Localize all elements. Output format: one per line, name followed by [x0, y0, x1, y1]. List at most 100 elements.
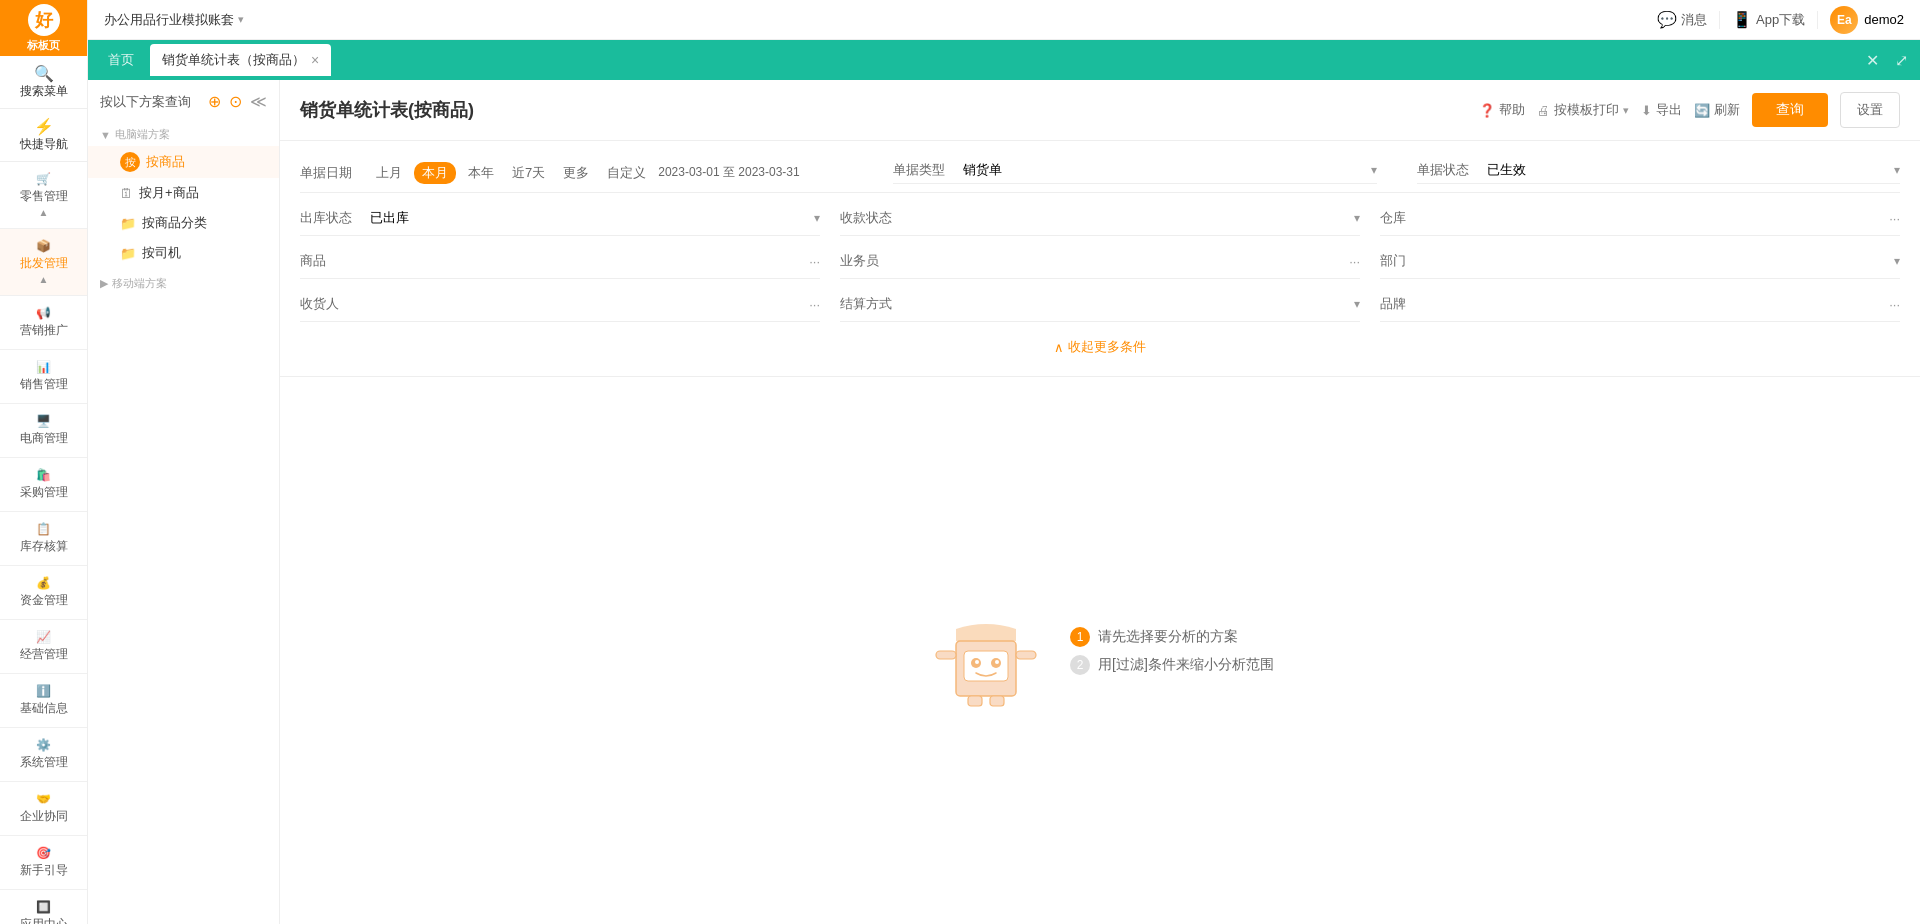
- sidebar-item-apps[interactable]: 🔲 应用中心: [0, 890, 87, 924]
- wholesale-label: 批发管理: [20, 255, 68, 272]
- sidebar-item-purchase[interactable]: 🛍️ 采购管理: [0, 458, 87, 512]
- export-icon: ⬇: [1641, 103, 1652, 118]
- date-last-month[interactable]: 上月: [370, 162, 408, 184]
- empty-hint-1: 1 请先选择要分析的方案: [1070, 627, 1274, 647]
- scheme-by-category-label: 按商品分类: [142, 214, 207, 232]
- page-header-actions: ❓ 帮助 🖨 按模板打印 ▾ ⬇ 导出 🔄 刷新: [1479, 92, 1900, 140]
- svg-point-5: [995, 660, 999, 664]
- print-icon: 🖨: [1537, 103, 1550, 118]
- sidebar-search-label: 搜索菜单: [10, 83, 77, 100]
- hint2-num: 2: [1070, 655, 1090, 675]
- industry-selector[interactable]: 办公用品行业模拟账套 ▾: [104, 11, 244, 29]
- month-goods-icon: 🗓: [120, 186, 133, 201]
- app-logo: 好 标板页: [0, 0, 87, 56]
- sidebar-item-basic[interactable]: ℹ️ 基础信息: [0, 674, 87, 728]
- collapse-bar[interactable]: ∧ 收起更多条件: [300, 330, 1900, 364]
- refresh-action[interactable]: 🔄 刷新: [1694, 101, 1740, 119]
- scheme-by-category[interactable]: 📁 按商品分类: [88, 208, 279, 238]
- date-this-year[interactable]: 本年: [462, 162, 500, 184]
- hint2-label: 用[过滤]条件来缩小分析范围: [1098, 656, 1274, 674]
- add-scheme-icon[interactable]: ⊕: [208, 92, 221, 111]
- query-button[interactable]: 查询: [1752, 93, 1828, 127]
- sales-icon: 📊: [36, 360, 51, 374]
- system-icon: ⚙️: [36, 738, 51, 752]
- date-custom[interactable]: 自定义: [601, 162, 652, 184]
- user-menu[interactable]: Ea demo2: [1830, 6, 1904, 34]
- out-status-value: 已出库: [370, 209, 409, 227]
- settlement-dropdown-icon[interactable]: ▾: [1354, 297, 1360, 311]
- message-action[interactable]: 💬 消息: [1657, 10, 1707, 29]
- svg-rect-8: [968, 696, 982, 706]
- apps-label: 应用中心: [20, 916, 68, 924]
- salesperson-ellipsis[interactable]: ···: [1349, 254, 1360, 269]
- driver-icon: 📁: [120, 246, 136, 261]
- sidebar-item-enterprise[interactable]: 🤝 企业协同: [0, 782, 87, 836]
- marketing-icon: 📢: [36, 306, 51, 320]
- sidebar-item-sales[interactable]: 📊 销售管理: [0, 350, 87, 404]
- svg-rect-6: [936, 651, 956, 659]
- date-last7days[interactable]: 近7天: [506, 162, 551, 184]
- doc-status-value: 已生效: [1487, 161, 1526, 179]
- app-download-action[interactable]: 📱 App下载: [1732, 10, 1805, 29]
- sidebar-item-marketing[interactable]: 📢 营销推广: [0, 296, 87, 350]
- date-more[interactable]: 更多: [557, 162, 595, 184]
- retail-arrow: ▲: [39, 207, 49, 218]
- warehouse-ellipsis[interactable]: ···: [1889, 211, 1900, 226]
- scheme-by-month-goods[interactable]: 🗓 按月+商品: [88, 178, 279, 208]
- scheme-by-driver[interactable]: 📁 按司机: [88, 238, 279, 268]
- warehouse-label: 仓库: [1380, 209, 1450, 227]
- brand-ellipsis[interactable]: ···: [1889, 297, 1900, 312]
- out-status-dropdown-icon[interactable]: ▾: [814, 211, 820, 225]
- sidebar-item-guide[interactable]: 🎯 新手引导: [0, 836, 87, 890]
- sidebar-item-retail[interactable]: 🛒 零售管理 ▲: [0, 162, 87, 229]
- page-title: 销货单统计表(按商品): [300, 98, 474, 134]
- doc-status-dropdown-icon[interactable]: ▾: [1894, 163, 1900, 177]
- basic-icon: ℹ️: [36, 684, 51, 698]
- settings-button[interactable]: 设置: [1840, 92, 1900, 128]
- date-filter-label: 单据日期: [300, 164, 370, 182]
- doc-type-label: 单据类型: [893, 161, 963, 179]
- tab-expand-btn[interactable]: ⤢: [1891, 47, 1912, 74]
- out-status-label: 出库状态: [300, 209, 370, 227]
- sidebar-item-wholesale[interactable]: 📦 批发管理 ▲: [0, 229, 87, 296]
- doc-type-dropdown-icon[interactable]: ▾: [1371, 163, 1377, 177]
- inventory-label: 库存核算: [20, 538, 68, 555]
- date-range-display: 2023-03-01 至 2023-03-31: [658, 164, 799, 181]
- sidebar-item-finance[interactable]: 💰 资金管理: [0, 566, 87, 620]
- sidebar-item-ecommerce[interactable]: 🖥️ 电商管理: [0, 404, 87, 458]
- sidebar-quick-nav[interactable]: ⚡ 快捷导航: [0, 109, 87, 162]
- export-action[interactable]: ⬇ 导出: [1641, 101, 1682, 119]
- sidebar-item-inventory[interactable]: 📋 库存核算: [0, 512, 87, 566]
- ecommerce-icon: 🖥️: [36, 414, 51, 428]
- help-action[interactable]: ❓ 帮助: [1479, 101, 1525, 119]
- tab-home[interactable]: 首页: [96, 51, 146, 69]
- left-panel-title: 按以下方案查询: [100, 93, 191, 111]
- enterprise-icon: 🤝: [36, 792, 51, 806]
- department-label: 部门: [1380, 252, 1450, 270]
- tab-home-label: 首页: [108, 52, 134, 67]
- goods-ellipsis[interactable]: ···: [809, 254, 820, 269]
- topbar-divider2: [1817, 11, 1818, 29]
- date-this-month[interactable]: 本月: [414, 162, 456, 184]
- tab-sales-report[interactable]: 销货单统计表（按商品） ×: [150, 44, 331, 76]
- message-label: 消息: [1681, 11, 1707, 29]
- receiver-ellipsis[interactable]: ···: [809, 297, 820, 312]
- main-area: 办公用品行业模拟账套 ▾ 💬 消息 📱 App下载 Ea demo2 首页 销货…: [88, 0, 1920, 924]
- sidebar-item-system[interactable]: ⚙️ 系统管理: [0, 728, 87, 782]
- scheme-by-goods[interactable]: 按 按商品: [88, 146, 279, 178]
- purchase-label: 采购管理: [20, 484, 68, 501]
- export-label: 导出: [1656, 101, 1682, 119]
- tab-close-btn[interactable]: ✕: [1862, 47, 1883, 74]
- tab-close-icon[interactable]: ×: [311, 53, 319, 67]
- payment-status-dropdown-icon[interactable]: ▾: [1354, 211, 1360, 225]
- sidebar-item-management[interactable]: 📈 经营管理: [0, 620, 87, 674]
- print-action[interactable]: 🖨 按模板打印 ▾: [1537, 101, 1629, 119]
- finance-label: 资金管理: [20, 592, 68, 609]
- left-panel: 按以下方案查询 ⊕ ⊙ ≪ ▼ 电脑端方案 按 按商品 🗓 按月+商品: [88, 80, 280, 924]
- wholesale-arrow: ▲: [39, 274, 49, 285]
- department-dropdown-icon[interactable]: ▾: [1894, 254, 1900, 268]
- collapse-panel-icon[interactable]: ≪: [250, 92, 267, 111]
- industry-dropdown-icon: ▾: [238, 13, 244, 26]
- sidebar-search[interactable]: 🔍 搜索菜单: [0, 56, 87, 109]
- edit-scheme-icon[interactable]: ⊙: [229, 92, 242, 111]
